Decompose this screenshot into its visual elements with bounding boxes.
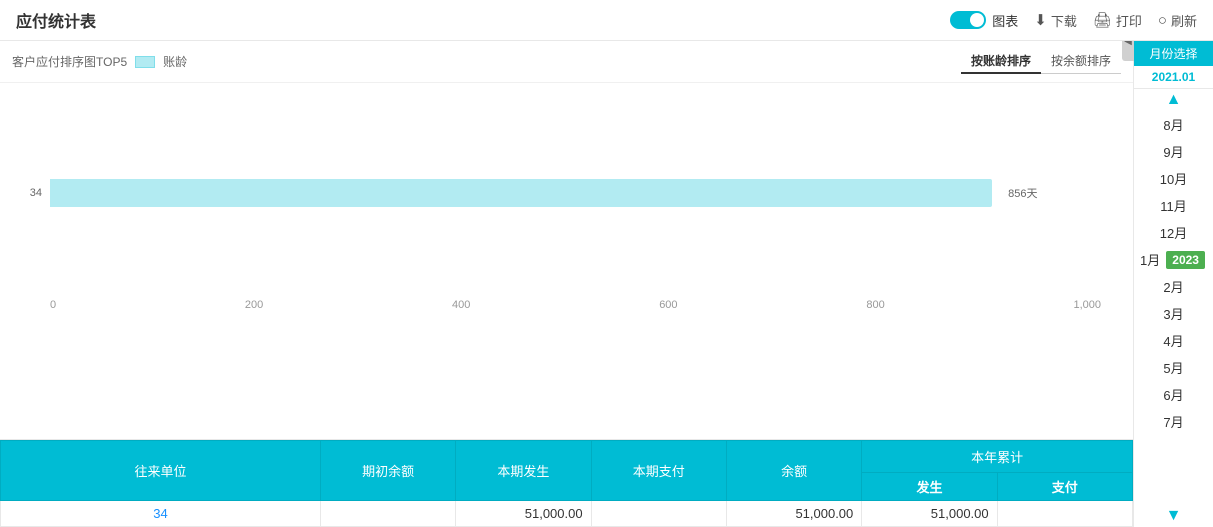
sidebar-header: 月份选择 [1134, 41, 1213, 66]
x-label-400: 400 [452, 299, 470, 311]
sidebar-month-11[interactable]: 11月 [1134, 192, 1213, 219]
sidebar-scroll-up[interactable]: ▲ [1134, 89, 1213, 111]
sidebar-month-4[interactable]: 4月 [1134, 327, 1213, 354]
sidebar-months: 8月 9月 10月 11月 12月 1月 2023 2月 3月 4月 5月 6月… [1134, 111, 1213, 505]
chart-toggle-wrap[interactable]: 图表 [950, 11, 1018, 30]
sidebar-month-7[interactable]: 7月 [1134, 408, 1213, 435]
sidebar-current-date: 2021.01 [1134, 66, 1213, 89]
chart-section: 34 856天 0 200 400 600 8 [0, 83, 1133, 439]
sidebar-month-8[interactable]: 8月 [1134, 111, 1213, 138]
bar-area: 34 856天 [12, 91, 1121, 295]
cell-current-occur: 51,000.00 [456, 501, 591, 527]
page-header: 应付统计表 图表 ⬇ 下载 🖨 打印 ○ 刷新 [0, 0, 1213, 41]
sort-by-age-button[interactable]: 按账龄排序 [961, 49, 1041, 74]
sidebar-month-12[interactable]: 12月 [1134, 219, 1213, 246]
col-balance-header: 余额 [726, 441, 861, 501]
legend-title: 客户应付排序图TOP5 [12, 53, 127, 70]
sidebar-year-badge: 2023 [1166, 251, 1205, 269]
x-label-600: 600 [659, 299, 677, 311]
bar-end-label: 856天 [1008, 185, 1037, 201]
table-header-row: 往来单位 期初余额 本期发生 本期支付 余额 本年累计 [1, 441, 1133, 473]
legend-label: 账龄 [163, 53, 187, 70]
col-year-cumul-header: 本年累计 [862, 441, 1133, 473]
bar-row: 34 856天 [12, 91, 1121, 295]
sidebar-month-5[interactable]: 5月 [1134, 354, 1213, 381]
chart-toggle[interactable] [950, 11, 986, 29]
print-icon: 🖨 [1093, 11, 1112, 29]
header-actions: 图表 ⬇ 下载 🖨 打印 ○ 刷新 [950, 11, 1197, 30]
col-year-pay-header: 支付 [997, 473, 1132, 501]
sidebar-month-9[interactable]: 9月 [1134, 138, 1213, 165]
x-label-800: 800 [866, 299, 884, 311]
chart-legend: 客户应付排序图TOP5 账龄 [12, 53, 187, 70]
sidebar-month-3[interactable]: 3月 [1134, 300, 1213, 327]
page: 应付统计表 图表 ⬇ 下载 🖨 打印 ○ 刷新 [0, 0, 1213, 527]
col-year-occur-header: 发生 [862, 473, 997, 501]
refresh-button[interactable]: ○ 刷新 [1158, 11, 1197, 30]
chart-area: 客户应付排序图TOP5 账龄 按账龄排序 按余额排序 34 [0, 41, 1133, 527]
cell-current-pay [591, 501, 726, 527]
download-icon: ⬇ [1034, 11, 1047, 29]
sort-by-balance-button[interactable]: 按余额排序 [1041, 49, 1121, 74]
col-current-occur-header: 本期发生 [456, 441, 591, 501]
sidebar-collapse-toggle[interactable]: ◀ [1122, 41, 1134, 61]
sidebar-month-1[interactable]: 1月 [1138, 248, 1162, 271]
cell-year-pay [997, 501, 1132, 527]
col-opening-header: 期初余额 [320, 441, 455, 501]
x-label-0: 0 [50, 299, 56, 311]
cell-balance: 51,000.00 [726, 501, 861, 527]
table-area: 往来单位 期初余额 本期发生 本期支付 余额 本年累计 发生 支付 [0, 439, 1133, 527]
sidebar-scroll-down[interactable]: ▼ [1134, 505, 1213, 527]
sidebar-month-6[interactable]: 6月 [1134, 381, 1213, 408]
legend-box [135, 56, 155, 68]
bar-chart: 34 856天 0 200 400 600 8 [12, 91, 1121, 311]
sidebar-month-2[interactable]: 2月 [1134, 273, 1213, 300]
download-button[interactable]: ⬇ 下载 [1034, 11, 1077, 30]
col-current-pay-header: 本期支付 [591, 441, 726, 501]
x-label-1000: 1,000 [1073, 299, 1101, 311]
x-axis: 0 200 400 600 800 1,000 [12, 299, 1121, 311]
data-table: 往来单位 期初余额 本期发生 本期支付 余额 本年累计 发生 支付 [0, 440, 1133, 527]
print-button[interactable]: 🖨 打印 [1093, 11, 1142, 30]
bar-row-label: 34 [12, 187, 42, 199]
main-content: 客户应付排序图TOP5 账龄 按账龄排序 按余额排序 34 [0, 41, 1213, 527]
unit-link[interactable]: 34 [153, 506, 167, 521]
sidebar-month-10[interactable]: 10月 [1134, 165, 1213, 192]
col-unit-header: 往来单位 [1, 441, 321, 501]
page-title: 应付统计表 [16, 8, 96, 32]
right-sidebar: ◀ 月份选择 2021.01 ▲ 8月 9月 10月 11月 12月 1月 20… [1133, 41, 1213, 527]
bar-fill: 856天 [50, 179, 992, 207]
x-label-200: 200 [245, 299, 263, 311]
cell-year-occur: 51,000.00 [862, 501, 997, 527]
bar-container: 856天 [50, 179, 1121, 207]
cell-opening [320, 501, 455, 527]
table-row: 34 51,000.00 51,000.00 51,000.00 [1, 501, 1133, 527]
toggle-label: 图表 [992, 11, 1018, 30]
refresh-icon: ○ [1158, 12, 1167, 29]
chart-topbar: 客户应付排序图TOP5 账龄 按账龄排序 按余额排序 [0, 41, 1133, 83]
chart-sort-buttons: 按账龄排序 按余额排序 [961, 49, 1121, 74]
cell-unit: 34 [1, 501, 321, 527]
